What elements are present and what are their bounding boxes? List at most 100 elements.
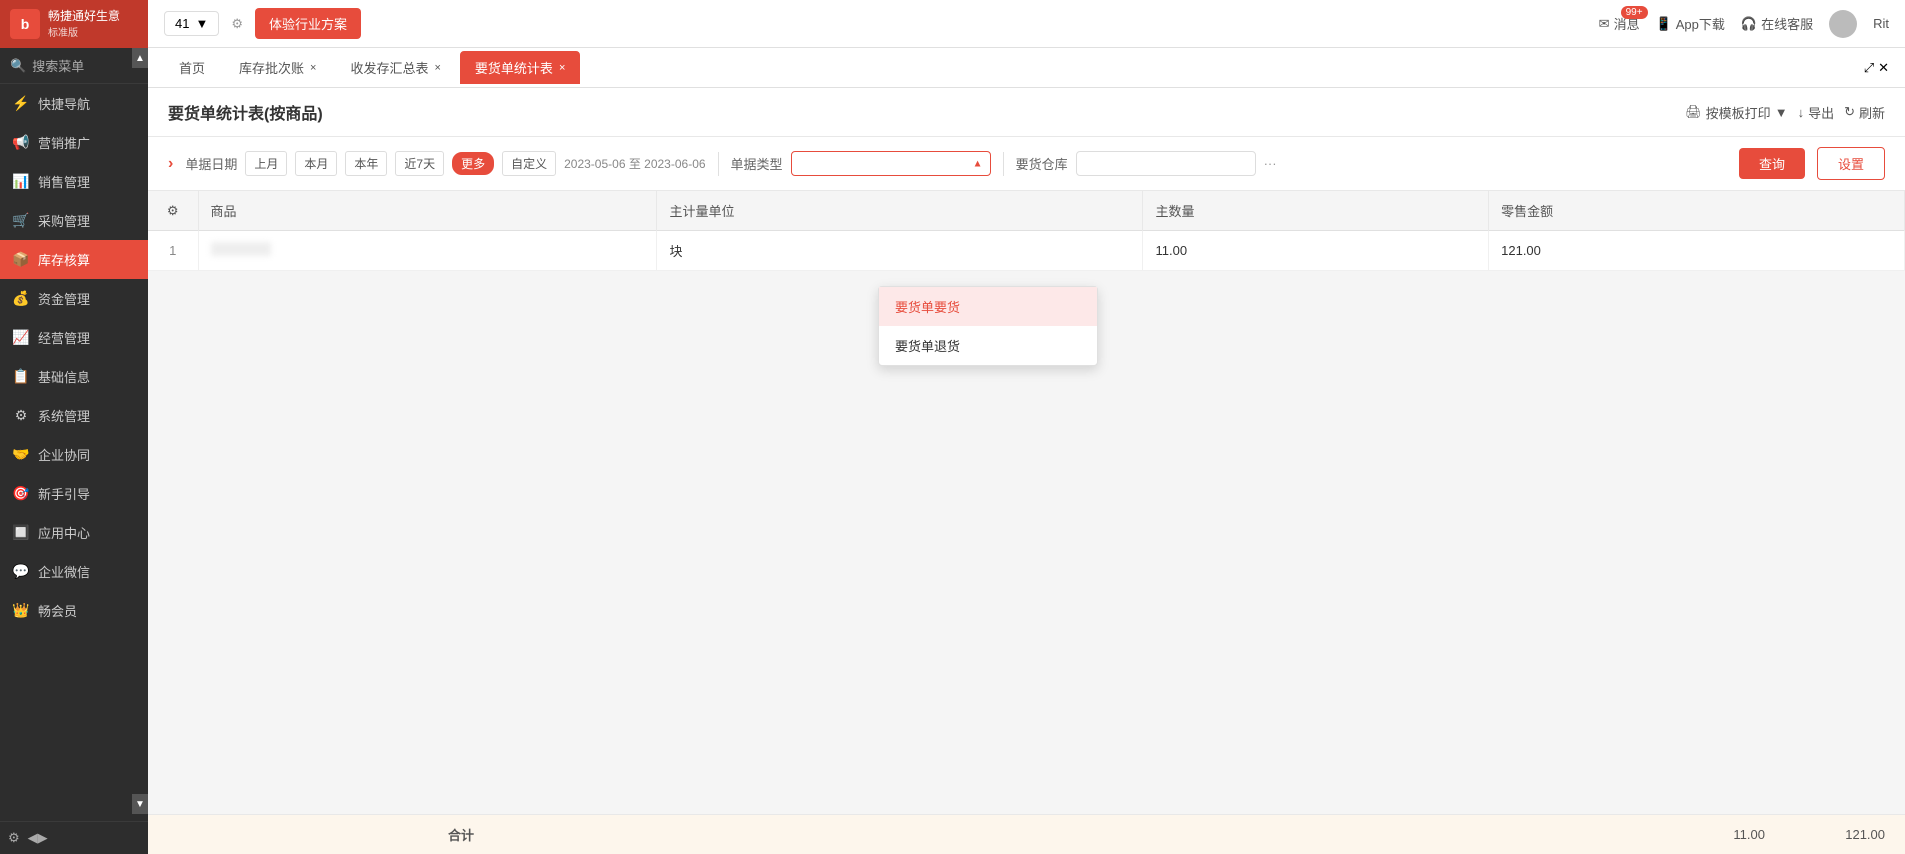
sidebar-item-finance[interactable]: 💰 资金管理 [0, 279, 148, 318]
sidebar-item-sales[interactable]: 📊 销售管理 [0, 162, 148, 201]
avatar[interactable] [1829, 10, 1857, 38]
footer-quantity: 11.00 [1665, 827, 1765, 842]
sidebar-scroll-up[interactable]: ▲ [132, 48, 148, 68]
sidebar-label-member: 畅会员 [38, 601, 77, 620]
sidebar-item-guide[interactable]: 🎯 新手引导 [0, 474, 148, 513]
page-title: 要货单统计表(按商品) [168, 100, 323, 124]
industry-btn[interactable]: 体验行业方案 [255, 8, 361, 39]
date-more-btn[interactable]: 更多 [452, 152, 494, 175]
sidebar-item-basic[interactable]: 📋 基础信息 [0, 357, 148, 396]
sidebar-label-cooperation: 企业协同 [38, 445, 90, 464]
print-btn[interactable]: 🖨 按模板打印 ▼ [1685, 103, 1787, 122]
row-quantity: 11.00 [1143, 231, 1489, 271]
date-filter-label: 单据日期 [185, 154, 237, 173]
date-7days-btn[interactable]: 近7天 [395, 151, 444, 176]
settings-filter-btn[interactable]: 设置 [1817, 147, 1885, 180]
apps-icon: 🔲 [12, 524, 30, 542]
sidebar-scroll-down[interactable]: ▼ [132, 794, 148, 814]
col-settings-icon[interactable]: ⚙ [148, 191, 198, 231]
sidebar-search-label: 搜索菜单 [32, 56, 84, 75]
expand-icon: ⤢ [1864, 60, 1874, 76]
query-btn[interactable]: 查询 [1739, 148, 1805, 179]
type-filter-label: 单据类型 [731, 154, 783, 173]
tab-receive-summary-label: 收发存汇总表 [350, 58, 428, 77]
row-number: 1 [148, 231, 198, 271]
sidebar-label-system: 系统管理 [38, 406, 90, 425]
sidebar-item-marketing[interactable]: 📢 营销推广 [0, 123, 148, 162]
branch-selector[interactable]: 41 ▼ [164, 11, 219, 36]
main-area: 41 ▼ ⚙ 体验行业方案 ✉ 消息 99+ 📱 App下载 🎧 在线客服 Ri… [148, 0, 1905, 854]
tab-order-stats-close[interactable]: × [559, 62, 565, 74]
top-header: 41 ▼ ⚙ 体验行业方案 ✉ 消息 99+ 📱 App下载 🎧 在线客服 Ri… [148, 0, 1905, 48]
date-this-month-btn[interactable]: 本月 [295, 151, 337, 176]
type-select-input[interactable] [791, 151, 991, 176]
tab-bar: 首页 库存批次账 × 收发存汇总表 × 要货单统计表 × ⤢ ✕ [148, 48, 1905, 88]
warehouse-divider [1003, 152, 1004, 176]
date-filter-group: 单据日期 上月 本月 本年 近7天 更多 自定义 2023-05-06 至 20… [185, 151, 705, 176]
sidebar-logo: b [10, 9, 40, 39]
page-actions: 🖨 按模板打印 ▼ ↓ 导出 ↻ 刷新 [1685, 103, 1885, 122]
sidebar-item-quick-nav[interactable]: ⚡ 快捷导航 [0, 84, 148, 123]
sidebar-item-apps[interactable]: 🔲 应用中心 [0, 513, 148, 552]
row-product [198, 231, 657, 271]
product-blurred [211, 242, 271, 256]
sidebar-item-wechat[interactable]: 💬 企业微信 [0, 552, 148, 591]
tab-order-stats[interactable]: 要货单统计表 × [460, 51, 580, 84]
sidebar-item-inventory[interactable]: 📦 库存核算 [0, 240, 148, 279]
refresh-btn[interactable]: ↻ 刷新 [1844, 103, 1885, 122]
row-amount: 121.00 [1489, 231, 1905, 271]
sidebar-search-item[interactable]: 🔍 搜索菜单 [0, 48, 148, 84]
messages-item[interactable]: ✉ 消息 99+ [1599, 14, 1640, 33]
sidebar-item-system[interactable]: ⚙ 系统管理 [0, 396, 148, 435]
print-dropdown-icon: ▼ [1775, 105, 1788, 120]
col-amount: 零售金额 [1489, 191, 1905, 231]
header-left: 41 ▼ ⚙ 体验行业方案 [164, 8, 361, 39]
online-service-item[interactable]: 🎧 在线客服 [1741, 14, 1813, 33]
finance-icon: 💰 [12, 290, 30, 308]
message-icon: ✉ [1599, 16, 1610, 32]
messages-badge: 99+ [1621, 6, 1648, 19]
collapse-icon[interactable]: ◀▶ [28, 830, 48, 846]
settings-icon[interactable]: ⚙ [8, 830, 20, 846]
export-btn[interactable]: ↓ 导出 [1798, 103, 1835, 122]
dropdown-item-order-return[interactable]: 要货单退货 [879, 326, 1097, 365]
user-name: Rit [1873, 16, 1889, 31]
sidebar-item-cooperation[interactable]: 🤝 企业协同 [0, 435, 148, 474]
content-area: 要货单统计表(按商品) 🖨 按模板打印 ▼ ↓ 导出 ↻ 刷新 › [148, 88, 1905, 854]
table-footer: 合计 11.00 121.00 [148, 814, 1905, 854]
dropdown-item-order-goods[interactable]: 要货单要货 [879, 287, 1097, 326]
tab-receive-summary[interactable]: 收发存汇总表 × [335, 51, 455, 84]
quick-nav-icon: ⚡ [12, 95, 30, 113]
date-this-year-btn[interactable]: 本年 [345, 151, 387, 176]
print-icon: 🖨 [1685, 104, 1702, 120]
header-right: ✉ 消息 99+ 📱 App下载 🎧 在线客服 Rit [1599, 10, 1889, 38]
sidebar-item-operations[interactable]: 📈 经营管理 [0, 318, 148, 357]
warehouse-input[interactable] [1076, 151, 1256, 176]
date-last-month-btn[interactable]: 上月 [245, 151, 287, 176]
tab-home[interactable]: 首页 [164, 51, 220, 84]
sidebar-item-member[interactable]: 👑 畅会员 [0, 591, 148, 630]
tab-inventory-batch[interactable]: 库存批次账 × [224, 51, 331, 84]
tab-order-stats-label: 要货单统计表 [475, 58, 553, 77]
settings-gear-icon[interactable]: ⚙ [231, 16, 243, 32]
sidebar-label-operations: 经营管理 [38, 328, 90, 347]
table-row: 1 块 11.00 121.00 [148, 231, 1905, 271]
service-icon: 🎧 [1741, 16, 1757, 32]
refresh-icon: ↻ [1844, 104, 1855, 120]
tab-expand[interactable]: ⤢ ✕ [1864, 60, 1889, 76]
print-label: 按模板打印 [1706, 103, 1771, 122]
purchase-icon: 🛒 [12, 212, 30, 230]
sidebar-label-apps: 应用中心 [38, 523, 90, 542]
date-custom-btn[interactable]: 自定义 [502, 151, 556, 176]
date-range: 2023-05-06 至 2023-06-06 [564, 155, 705, 172]
filter-toggle[interactable]: › [168, 155, 173, 173]
sidebar-item-purchase[interactable]: 🛒 采购管理 [0, 201, 148, 240]
sidebar-label-wechat: 企业微信 [38, 562, 90, 581]
data-table: ⚙ 商品 主计量单位 主数量 零售金额 1 块 11.00 [148, 191, 1905, 271]
app-download-item[interactable]: 📱 App下载 [1656, 14, 1725, 33]
sidebar-label-finance: 资金管理 [38, 289, 90, 308]
warehouse-more-icon[interactable]: ··· [1264, 156, 1277, 171]
sidebar-label-guide: 新手引导 [38, 484, 90, 503]
tab-receive-summary-close[interactable]: × [434, 62, 440, 74]
tab-inventory-batch-close[interactable]: × [310, 62, 316, 74]
